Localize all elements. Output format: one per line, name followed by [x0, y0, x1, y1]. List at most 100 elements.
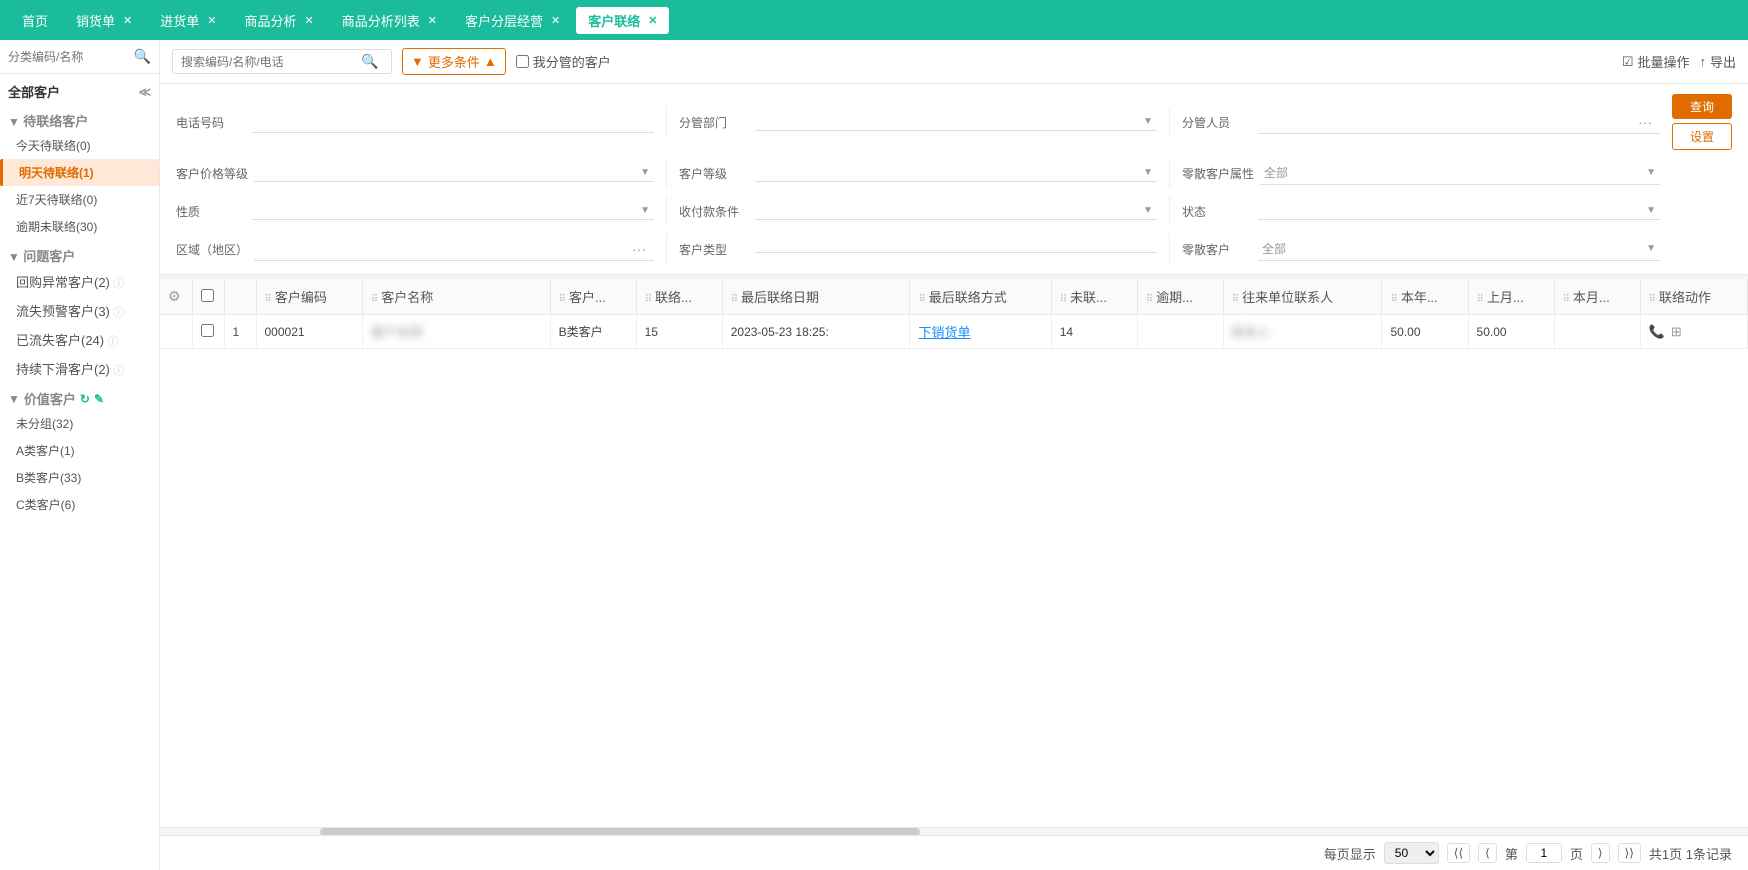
- page-size-select[interactable]: 50 100 200: [1384, 842, 1439, 864]
- sidebar-item-7day-contact[interactable]: 近7天待联络(0): [0, 186, 159, 213]
- row-type-cell: B类客户: [550, 315, 636, 349]
- sidebar-item-a-class[interactable]: A类客户(1): [0, 437, 159, 464]
- row-checkbox[interactable]: [201, 324, 214, 337]
- price-grade-chevron: ▼: [640, 167, 650, 178]
- close-product-analysis-icon[interactable]: ✕: [305, 14, 314, 27]
- row-last-way-link[interactable]: 下销货单: [918, 325, 970, 340]
- col-overdue[interactable]: ⠿逾期...: [1137, 279, 1223, 315]
- my-customer-checkbox-label[interactable]: 我分管的客户: [516, 52, 611, 71]
- row-this-year-cell: 50.00: [1382, 315, 1468, 349]
- value-group-edit-icon[interactable]: ✎: [94, 392, 104, 406]
- collapse-icon[interactable]: ≪: [138, 85, 151, 99]
- page-number-input[interactable]: [1526, 843, 1562, 863]
- search-input[interactable]: [181, 55, 361, 69]
- sidebar-item-tomorrow-contact[interactable]: 明天待联络(1): [0, 159, 159, 186]
- col-last-contact-way[interactable]: ⠿最后联络方式: [910, 279, 1051, 315]
- filter-price-grade-select[interactable]: ▼: [254, 164, 654, 182]
- col-type[interactable]: ⠿客户...: [550, 279, 636, 315]
- col-contact-count[interactable]: ⠿联络...: [636, 279, 722, 315]
- setting-button[interactable]: 设置: [1672, 123, 1732, 150]
- filter-phone: 电话号码: [176, 112, 654, 133]
- nav-customer-contact[interactable]: 客户联络 ✕: [576, 7, 669, 34]
- action-phone-icon[interactable]: 📞: [1649, 324, 1665, 340]
- export-button[interactable]: ↑ 导出: [1699, 52, 1736, 71]
- filter-pay-term-label: 收付款条件: [679, 203, 749, 220]
- row-last-month-cell: 50.00: [1468, 315, 1554, 349]
- close-purchase-order-icon[interactable]: ✕: [207, 14, 216, 27]
- last-page-button[interactable]: ⟩⟩: [1618, 843, 1641, 863]
- action-more-icon[interactable]: ⊞: [1671, 324, 1682, 340]
- nav-purchase-order[interactable]: 进货单 ✕: [148, 7, 228, 34]
- filter-pay-term-select[interactable]: ▼: [755, 202, 1157, 220]
- col-uncontact[interactable]: ⠿未联...: [1051, 279, 1137, 315]
- table-gear-icon[interactable]: ⚙: [168, 288, 181, 304]
- filter-nature-select[interactable]: ▼: [252, 202, 654, 220]
- filter-divider-5: [666, 196, 667, 226]
- sidebar-item-declining[interactable]: 持续下滑客户(2) ⓘ: [0, 354, 159, 383]
- sidebar-item-overdue-contact[interactable]: 逾期未联络(30): [0, 213, 159, 240]
- filter-retail-attr-select[interactable]: 全部 ▼: [1260, 161, 1660, 185]
- nav-customer-tier[interactable]: 客户分层经营 ✕: [453, 7, 572, 34]
- filter-status-select[interactable]: ▼: [1258, 202, 1660, 220]
- filter-cust-type-select[interactable]: [755, 246, 1157, 253]
- nav-home[interactable]: 首页: [10, 7, 60, 34]
- value-group-refresh-icon[interactable]: ↻: [80, 392, 90, 406]
- select-all-checkbox[interactable]: [201, 289, 214, 302]
- nav-product-analysis[interactable]: 商品分析 ✕: [232, 7, 325, 34]
- close-customer-tier-icon[interactable]: ✕: [551, 14, 560, 27]
- sidebar: 🔍 全部客户 ≪ ▼ 待联络客户 今天待联络(0) 明天待联络(1) 近7天待联…: [0, 40, 160, 870]
- nav-sales-order[interactable]: 销货单 ✕: [64, 7, 144, 34]
- top-nav: 首页 销货单 ✕ 进货单 ✕ 商品分析 ✕ 商品分析列表 ✕ 客户分层经营 ✕ …: [0, 0, 1748, 40]
- table-body: 1 000021 客户名称 B类客户 15 2023-05-23 18:25: …: [160, 315, 1748, 349]
- search-input-wrap: 🔍: [172, 49, 392, 74]
- sidebar-search-wrap: 🔍: [0, 40, 159, 74]
- prev-page-button[interactable]: ⟨: [1478, 843, 1497, 863]
- filter-region-dots[interactable]: ···: [628, 241, 650, 257]
- sidebar-item-repurchase-abnormal[interactable]: 回购异常客户(2) ⓘ: [0, 267, 159, 296]
- next-page-button[interactable]: ⟩: [1591, 843, 1610, 863]
- filter-person-select[interactable]: ···: [1258, 111, 1660, 134]
- col-last-contact-date[interactable]: ⠿最后联络日期: [722, 279, 910, 315]
- search-icon[interactable]: 🔍: [361, 53, 378, 70]
- sidebar-item-churned[interactable]: 已流失客户(24) ⓘ: [0, 325, 159, 354]
- nav-product-analysis-list[interactable]: 商品分析列表 ✕: [330, 7, 449, 34]
- sidebar-search-icon[interactable]: 🔍: [134, 48, 151, 65]
- batch-op-button[interactable]: ☑ 批量操作: [1622, 52, 1690, 71]
- sidebar-search-input[interactable]: [8, 50, 134, 64]
- sidebar-item-ungrouped[interactable]: 未分组(32): [0, 410, 159, 437]
- col-name[interactable]: ⠿客户名称: [362, 279, 550, 315]
- filter-region-select[interactable]: ···: [254, 238, 654, 261]
- search-bar-right: ☑ 批量操作 ↑ 导出: [1622, 52, 1736, 71]
- sidebar-item-today-contact[interactable]: 今天待联络(0): [0, 132, 159, 159]
- col-this-month[interactable]: ⠿本月...: [1554, 279, 1640, 315]
- more-filter-button[interactable]: ▼ 更多条件 ▲: [402, 48, 506, 75]
- info-icon-churned: ⓘ: [107, 336, 118, 348]
- first-page-button[interactable]: ⟨⟨: [1447, 843, 1470, 863]
- query-button[interactable]: 查询: [1672, 94, 1732, 119]
- row-name-blurred: 客户名称: [371, 325, 423, 340]
- value-group-label: ▼ 价值客户 ↻✎: [0, 383, 159, 410]
- close-sales-order-icon[interactable]: ✕: [123, 14, 132, 27]
- col-last-month[interactable]: ⠿上月...: [1468, 279, 1554, 315]
- my-customer-checkbox[interactable]: [516, 55, 529, 68]
- filter-dept: 分管部门 ▼: [679, 113, 1157, 131]
- filter-cust-grade-select[interactable]: ▼: [755, 164, 1157, 182]
- sidebar-item-churn-warning[interactable]: 流失预警客户(3) ⓘ: [0, 296, 159, 325]
- row-contact-count-cell: 15: [636, 315, 722, 349]
- row-uncontact-cell: 14: [1051, 315, 1137, 349]
- filter-retail-cust-select[interactable]: 全部 ▼: [1258, 237, 1660, 261]
- col-code[interactable]: ⠿客户编码: [256, 279, 362, 315]
- col-unit-contact[interactable]: ⠿往来单位联系人: [1223, 279, 1382, 315]
- col-this-year[interactable]: ⠿本年...: [1382, 279, 1468, 315]
- page-label: 第: [1505, 844, 1518, 863]
- problem-group-label: ▼ 问题客户: [0, 240, 159, 267]
- close-customer-contact-icon[interactable]: ✕: [648, 14, 657, 27]
- filter-person: 分管人员 ···: [1182, 111, 1660, 134]
- filter-dept-select[interactable]: ▼: [755, 113, 1157, 131]
- close-product-analysis-list-icon[interactable]: ✕: [428, 14, 437, 27]
- filter-person-dots[interactable]: ···: [1634, 114, 1656, 130]
- col-action[interactable]: ⠿联络动作: [1640, 279, 1747, 315]
- sidebar-item-c-class[interactable]: C类客户(6): [0, 491, 159, 518]
- sidebar-item-b-class[interactable]: B类客户(33): [0, 464, 159, 491]
- filter-phone-input[interactable]: [252, 112, 654, 133]
